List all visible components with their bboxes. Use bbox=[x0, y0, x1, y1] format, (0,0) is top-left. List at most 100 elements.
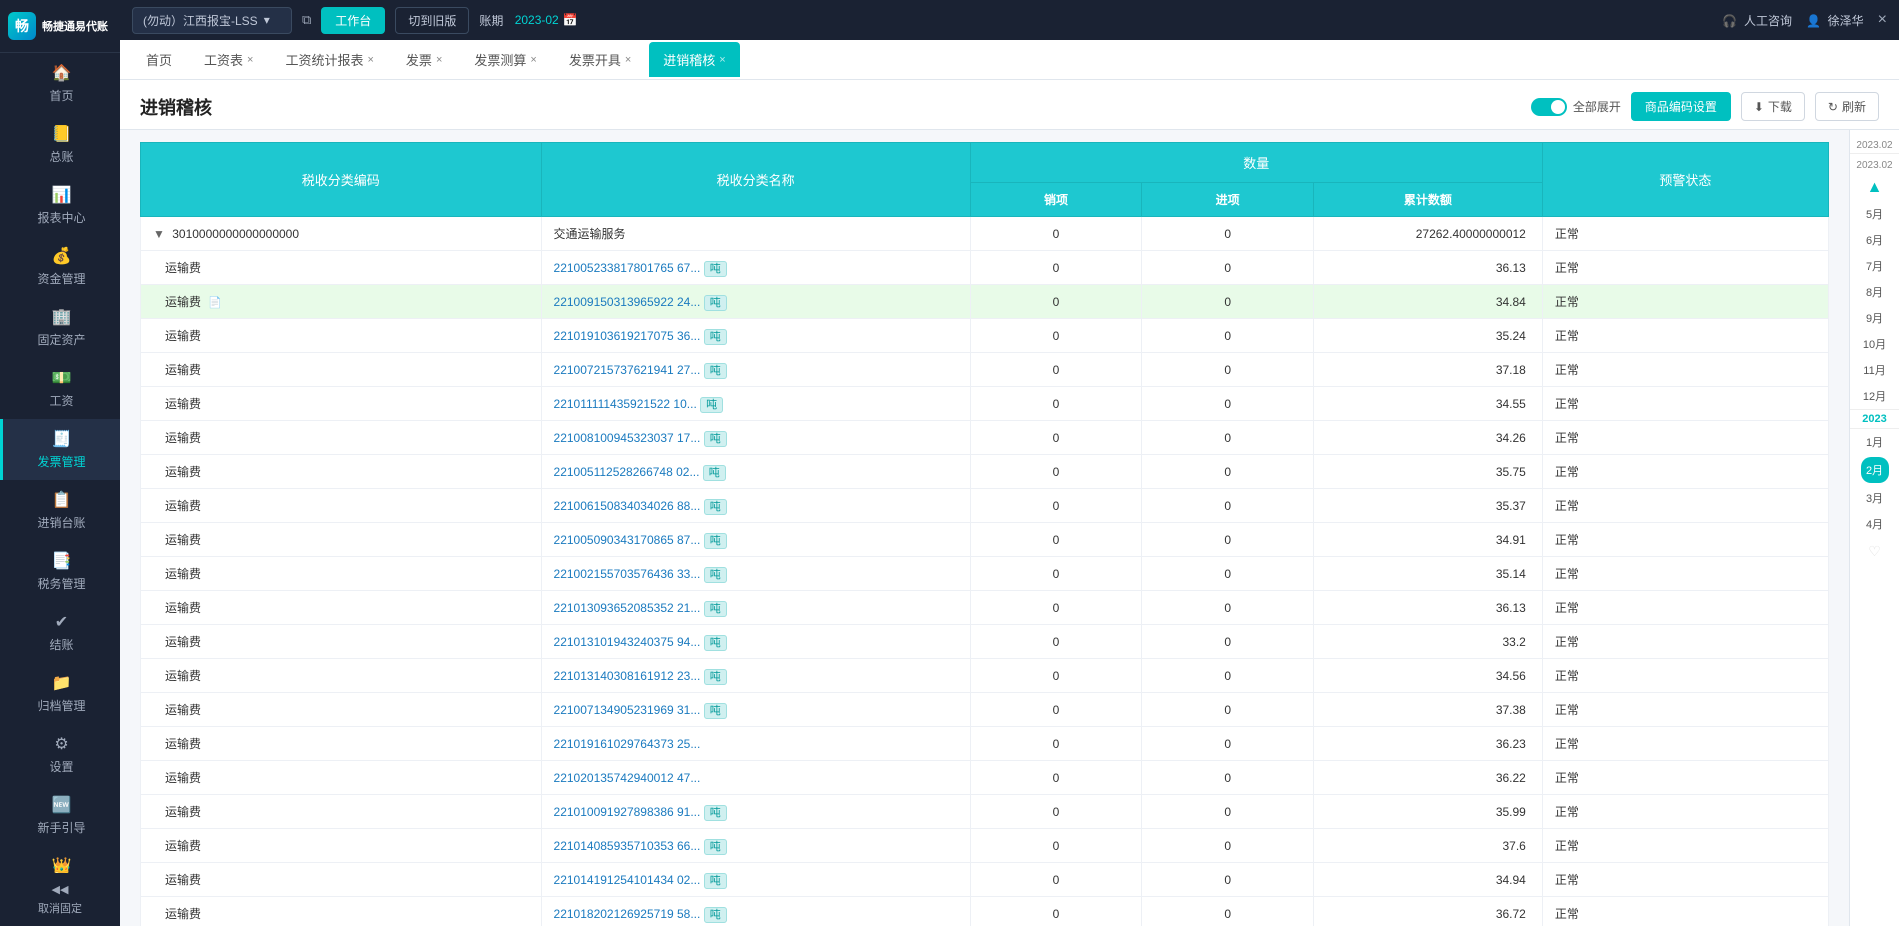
copy-icon[interactable]: ⧉ bbox=[302, 12, 311, 28]
scroll-up-arrow[interactable]: ▲ bbox=[1863, 175, 1887, 201]
table-cell-status: 正常 bbox=[1542, 625, 1828, 659]
tab-close-icon[interactable]: × bbox=[530, 54, 536, 66]
table-cell-total: 34.55 bbox=[1313, 387, 1542, 421]
table-cell-status: 正常 bbox=[1542, 659, 1828, 693]
unit-badge: 吨 bbox=[704, 533, 727, 549]
unit-badge: 吨 bbox=[704, 363, 727, 379]
toggle-thumb bbox=[1551, 100, 1565, 114]
sidebar-footer-pin[interactable]: ◀◀ 取消固定 bbox=[0, 873, 120, 926]
sidebar-item-sales[interactable]: 📋 进销台账 bbox=[0, 480, 120, 541]
table-cell-total: 35.75 bbox=[1313, 455, 1542, 489]
table-cell-name: 221007134905231969 31... 吨 bbox=[541, 693, 970, 727]
month-2-active[interactable]: 2月 bbox=[1861, 457, 1889, 483]
table-cell-jin: 0 bbox=[1142, 353, 1314, 387]
table-cell-code: 运输费 bbox=[141, 863, 542, 897]
sidebar-item-label: 工资 bbox=[49, 392, 73, 409]
support-label[interactable]: 🎧 人工咨询 bbox=[1722, 12, 1792, 29]
guide-icon: 🆕 bbox=[52, 795, 72, 815]
tab-close-icon[interactable]: × bbox=[367, 54, 373, 66]
tab-invoice[interactable]: 发票 × bbox=[392, 42, 456, 77]
tab-close-icon[interactable]: × bbox=[719, 54, 725, 66]
table-cell-xiao: 0 bbox=[970, 455, 1142, 489]
table-container: 税收分类编码 税收分类名称 数量 预警状态 bbox=[120, 130, 1849, 926]
month-6[interactable]: 6月 bbox=[1850, 227, 1899, 253]
sidebar-item-tax[interactable]: 📑 税务管理 bbox=[0, 541, 120, 602]
settings-button[interactable]: 商品编码设置 bbox=[1631, 92, 1731, 121]
table-cell-jin: 0 bbox=[1142, 795, 1314, 829]
company-selector[interactable]: (勿动）江西报宝-LSS ▾ bbox=[132, 7, 292, 34]
calendar-icon[interactable]: 📅 bbox=[563, 13, 578, 27]
toggle-track[interactable] bbox=[1531, 98, 1567, 116]
table-cell-xiao: 0 bbox=[970, 795, 1142, 829]
table-cell-code: 运输费 bbox=[141, 319, 542, 353]
tab-salary-stats[interactable]: 工资统计报表 × bbox=[271, 42, 387, 77]
table-cell-code: 运输费 bbox=[141, 727, 542, 761]
month-12[interactable]: 12月 bbox=[1850, 383, 1899, 409]
table-cell-name: 221013140308161912 23... 吨 bbox=[541, 659, 970, 693]
heart-icon: ♡ bbox=[1862, 537, 1887, 566]
table-cell-name: 221002155703576436 33... 吨 bbox=[541, 557, 970, 591]
tab-close-icon[interactable]: × bbox=[625, 54, 631, 66]
expand-toggle[interactable]: 全部展开 bbox=[1531, 98, 1621, 116]
tab-label: 工资统计报表 bbox=[285, 50, 363, 69]
workspace-button[interactable]: 工作台 bbox=[321, 7, 385, 34]
sidebar-item-label: 新手引导 bbox=[37, 819, 85, 836]
download-button[interactable]: ⬇ 下载 bbox=[1741, 92, 1805, 121]
data-table: 税收分类编码 税收分类名称 数量 预警状态 bbox=[140, 142, 1829, 926]
tab-close-icon[interactable]: × bbox=[247, 54, 253, 66]
ledger-icon: 📒 bbox=[52, 124, 72, 144]
table-cell-total: 34.56 bbox=[1313, 659, 1542, 693]
table-cell-name: 221009150313965922 24... 吨 bbox=[541, 285, 970, 319]
sidebar-item-label: 进销台账 bbox=[37, 514, 85, 531]
month-4[interactable]: 4月 bbox=[1850, 511, 1899, 537]
tab-home[interactable]: 首页 bbox=[132, 42, 186, 77]
month-10[interactable]: 10月 bbox=[1850, 331, 1899, 357]
tab-salary-table[interactable]: 工资表 × bbox=[190, 42, 267, 77]
sidebar-item-invoice[interactable]: 🧾 发票管理 bbox=[0, 419, 120, 480]
sidebar-item-home[interactable]: 🏠 首页 bbox=[0, 53, 120, 114]
month-3[interactable]: 3月 bbox=[1850, 485, 1899, 511]
table-cell-name: 交通运输服务 bbox=[541, 217, 970, 251]
month-5[interactable]: 5月 bbox=[1850, 201, 1899, 227]
month-7[interactable]: 7月 bbox=[1850, 253, 1899, 279]
table-cell-jin: 0 bbox=[1142, 387, 1314, 421]
sidebar-item-salary[interactable]: 💵 工资 bbox=[0, 358, 120, 419]
sidebar-item-member[interactable]: 👑 畅会员 bbox=[0, 846, 120, 873]
sidebar-item-ledger[interactable]: 📒 总账 bbox=[0, 114, 120, 175]
month-1[interactable]: 1月 bbox=[1850, 429, 1899, 455]
user-avatar[interactable]: 👤 徐泽华 bbox=[1806, 12, 1864, 29]
tab-close-icon[interactable]: × bbox=[436, 54, 442, 66]
switch-version-button[interactable]: 切到旧版 bbox=[395, 7, 469, 34]
table-cell-code: 运输费 bbox=[141, 523, 542, 557]
table-cell-name: 221010091927898386 91... 吨 bbox=[541, 795, 970, 829]
logo-icon: 畅 bbox=[8, 12, 36, 40]
tab-home-label: 首页 bbox=[146, 50, 172, 69]
month-8[interactable]: 8月 bbox=[1850, 279, 1899, 305]
tab-invoice-calc[interactable]: 发票测算 × bbox=[460, 42, 550, 77]
refresh-button[interactable]: ↻ 刷新 bbox=[1815, 92, 1879, 121]
sidebar-item-reports[interactable]: 📊 报表中心 bbox=[0, 175, 120, 236]
tab-invoice-open[interactable]: 发票开具 × bbox=[555, 42, 645, 77]
col-header-status: 预警状态 bbox=[1542, 143, 1828, 217]
month-11[interactable]: 11月 bbox=[1850, 357, 1899, 383]
table-cell-code: 运输费 bbox=[141, 659, 542, 693]
sidebar-item-archive[interactable]: 📁 归档管理 bbox=[0, 663, 120, 724]
unit-badge: 吨 bbox=[704, 499, 727, 515]
table-cell-status: 正常 bbox=[1542, 829, 1828, 863]
sidebar: 畅 畅捷通易代账 🏠 首页 📒 总账 📊 报表中心 💰 资金管理 🏢 固定资产 … bbox=[0, 0, 120, 926]
sidebar-item-funds[interactable]: 💰 资金管理 bbox=[0, 236, 120, 297]
expand-icon[interactable]: ▼ bbox=[153, 227, 165, 241]
sidebar-item-assets[interactable]: 🏢 固定资产 bbox=[0, 297, 120, 358]
table-cell-total: 36.13 bbox=[1313, 251, 1542, 285]
tab-reconcile[interactable]: 进销稽核 × bbox=[649, 42, 739, 77]
unit-badge: 吨 bbox=[700, 397, 723, 413]
sidebar-item-guide[interactable]: 🆕 新手引导 bbox=[0, 785, 120, 846]
month-9[interactable]: 9月 bbox=[1850, 305, 1899, 331]
sidebar-item-checkout[interactable]: ✔ 结账 bbox=[0, 602, 120, 663]
topbar-right: 🎧 人工咨询 👤 徐泽华 × bbox=[1722, 11, 1887, 29]
sidebar-item-settings[interactable]: ⚙ 设置 bbox=[0, 724, 120, 785]
table-cell-status: 正常 bbox=[1542, 591, 1828, 625]
unit-badge: 吨 bbox=[704, 261, 727, 277]
table-cell-name: 221005090343170865 87... 吨 bbox=[541, 523, 970, 557]
close-button[interactable]: × bbox=[1878, 11, 1887, 29]
